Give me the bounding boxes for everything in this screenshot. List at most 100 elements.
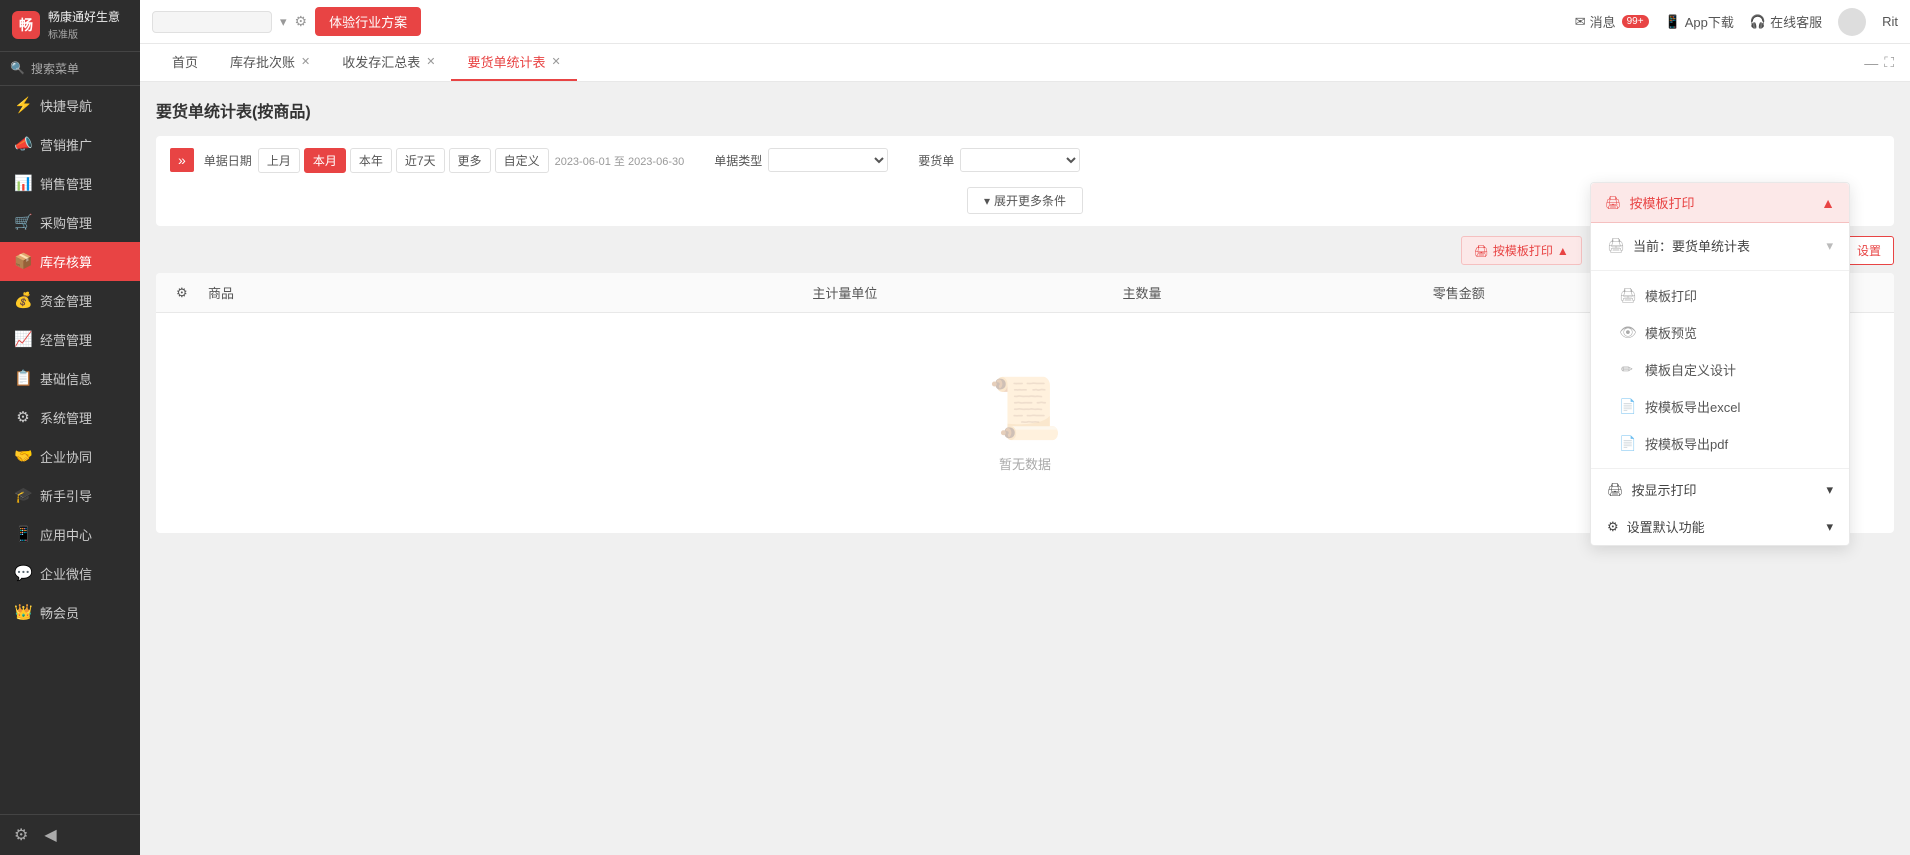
logo-icon: 畅 [12, 11, 40, 39]
sidebar-item-label: 企业微信 [40, 564, 92, 583]
dropdown-item-export-excel[interactable]: 📄 按模板导出excel [1591, 388, 1849, 425]
expand-more-icon: ▾ [984, 194, 990, 208]
topbar-gear-icon[interactable]: ⚙ [295, 13, 308, 30]
dropdown-print-icon: 🖨 [1605, 195, 1622, 211]
sidebar-item-label: 资金管理 [40, 291, 92, 310]
date-range-display: 2023-06-01 至 2023-06-30 [555, 153, 685, 169]
sidebar: 畅 畅康通好生意 标准版 🔍 搜索菜单 ⚡ 快捷导航 📣 营销推广 📊 销售管理… [0, 0, 140, 855]
messages-button[interactable]: ✉ 消息 99+ [1575, 12, 1649, 31]
sidebar-item-label: 快捷导航 [40, 96, 92, 115]
req-type-filter-select[interactable] [960, 148, 1080, 172]
service-icon: 🎧 [1750, 14, 1766, 30]
dropdown-display-print-section[interactable]: 🖨 按显示打印 ▾ [1591, 471, 1849, 508]
sidebar-item-basics[interactable]: 📋 基础信息 [0, 359, 140, 398]
dropdown-divider-2 [1591, 468, 1849, 469]
tab-minimize-button[interactable]: — [1864, 55, 1878, 71]
sidebar-item-finance[interactable]: 💰 资金管理 [0, 281, 140, 320]
template-print-icon: 🖨 [1619, 287, 1635, 304]
date-btn-custom[interactable]: 自定义 [495, 148, 549, 173]
sidebar-item-inventory[interactable]: 📦 库存核算 [0, 242, 140, 281]
date-btn-this-month[interactable]: 本月 [304, 148, 346, 173]
sidebar-item-member[interactable]: 👑 畅会员 [0, 593, 140, 632]
dropdown-item-template-custom[interactable]: ✏ 模板自定义设计 [1591, 351, 1849, 388]
sidebar-item-label: 系统管理 [40, 408, 92, 427]
export-pdf-label: 按模板导出pdf [1645, 434, 1728, 453]
sidebar-item-label: 库存核算 [40, 252, 92, 271]
type-filter-select[interactable] [768, 148, 888, 172]
sidebar-item-label: 畅会员 [40, 603, 79, 622]
nav-chevron-icon[interactable]: ▾ [280, 14, 287, 30]
tab-inventory-batch[interactable]: 库存批次账 ✕ [214, 44, 326, 81]
search-icon: 🔍 [10, 61, 25, 75]
dropdown-close-button[interactable]: ▲ [1821, 195, 1835, 211]
sidebar-item-quick-nav[interactable]: ⚡ 快捷导航 [0, 86, 140, 125]
tab-revenue-summary-close[interactable]: ✕ [426, 55, 435, 68]
dropdown-item-template-preview[interactable]: 👁 模板预览 [1591, 314, 1849, 351]
sidebar-item-purchase[interactable]: 🛒 采购管理 [0, 203, 140, 242]
dropdown-defaults-section[interactable]: ⚙ 设置默认功能 ▾ [1591, 508, 1849, 545]
trial-button[interactable]: 体验行业方案 [315, 7, 421, 36]
print-dropdown-popup: 🖨 按模板打印 ▲ 🖨 当前：要货单统计表 ▾ 🖨 模板打印 [1590, 182, 1850, 546]
date-btn-7days[interactable]: 近7天 [396, 148, 445, 173]
sidebar-item-marketing[interactable]: 📣 营销推广 [0, 125, 140, 164]
template-custom-label: 模板自定义设计 [1645, 360, 1736, 379]
export-pdf-icon: 📄 [1619, 435, 1635, 452]
sidebar-search[interactable]: 🔍 搜索菜单 [0, 52, 140, 86]
tab-order-stats[interactable]: 要货单统计表 ✕ [451, 44, 576, 81]
dropdown-items-section: 🖨 模板打印 👁 模板预览 ✏ 模板自定义设计 📄 按模板导出excel 📄 [1591, 273, 1849, 466]
online-service-button[interactable]: 🎧 在线客服 [1750, 12, 1822, 31]
nav-search-input[interactable] [152, 11, 272, 33]
settings-footer-icon[interactable]: ⚙ [14, 825, 28, 845]
tab-home[interactable]: 首页 [156, 44, 214, 81]
tab-maximize-button[interactable]: ⛶ [1884, 54, 1894, 71]
defaults-arrow: ▾ [1826, 519, 1833, 535]
dropdown-current-icon: 🖨 [1607, 237, 1623, 254]
messages-badge: 99+ [1622, 15, 1649, 28]
expand-more-button[interactable]: ▾ 展开更多条件 [967, 187, 1083, 214]
app-logo: 畅 畅康通好生意 标准版 [0, 0, 140, 52]
req-type-filter-label: 要货单 [918, 152, 954, 169]
username-label: Rit [1882, 14, 1898, 29]
tab-inventory-batch-close[interactable]: ✕ [301, 55, 310, 68]
enterprise-icon: 🤝 [14, 447, 32, 465]
sidebar-item-operations[interactable]: 📈 经营管理 [0, 320, 140, 359]
empty-illustration: 📜 [988, 373, 1063, 444]
dropdown-title: 🖨 按模板打印 [1605, 193, 1695, 212]
settings-button[interactable]: 设置 [1844, 236, 1894, 265]
guide-icon: 🎓 [14, 486, 32, 504]
date-btn-more[interactable]: 更多 [449, 148, 491, 173]
dropdown-item-template-print[interactable]: 🖨 模板打印 [1591, 277, 1849, 314]
main-area: ▾ ⚙ 体验行业方案 ✉ 消息 99+ 📱 App下载 🎧 在线客服 Rit 首… [140, 0, 1910, 855]
sidebar-item-appstore[interactable]: 📱 应用中心 [0, 515, 140, 554]
tabs-bar-controls: — ⛶ [1864, 54, 1894, 71]
app-download-button[interactable]: 📱 App下载 [1665, 12, 1734, 31]
inventory-icon: 📦 [14, 252, 32, 270]
sidebar-item-guide[interactable]: 🎓 新手引导 [0, 476, 140, 515]
filter-expand-button[interactable]: » [170, 148, 194, 172]
th-qty: 主数量 [1115, 283, 1425, 302]
sidebar-item-enterprise[interactable]: 🤝 企业协同 [0, 437, 140, 476]
sidebar-item-system[interactable]: ⚙ 系统管理 [0, 398, 140, 437]
dropdown-current-arrow: ▾ [1826, 238, 1833, 254]
dropdown-current-item[interactable]: 🖨 当前：要货单统计表 ▾ [1591, 227, 1849, 264]
topbar-right: ✉ 消息 99+ 📱 App下载 🎧 在线客服 Rit [1575, 8, 1898, 36]
date-btn-this-year[interactable]: 本年 [350, 148, 392, 173]
tabs-bar: 首页 库存批次账 ✕ 收发存汇总表 ✕ 要货单统计表 ✕ — ⛶ [140, 44, 1910, 82]
date-btn-last-month[interactable]: 上月 [258, 148, 300, 173]
collapse-sidebar-icon[interactable]: ◀ [44, 825, 56, 845]
user-avatar[interactable] [1838, 8, 1866, 36]
wechat-icon: 💬 [14, 564, 32, 582]
tab-order-stats-close[interactable]: ✕ [552, 55, 561, 68]
th-gear[interactable]: ⚙ [168, 285, 200, 301]
th-product: 商品 [200, 283, 804, 302]
sidebar-item-sales[interactable]: 📊 销售管理 [0, 164, 140, 203]
sidebar-item-wechat[interactable]: 💬 企业微信 [0, 554, 140, 593]
tab-revenue-summary[interactable]: 收发存汇总表 ✕ [326, 44, 451, 81]
print-template-button[interactable]: 🖨 按模板打印 ▲ [1461, 236, 1582, 265]
dropdown-title-label: 按模板打印 [1630, 193, 1695, 212]
dropdown-current-label: 当前：要货单统计表 [1633, 236, 1750, 255]
print-template-arrow: ▲ [1557, 244, 1569, 258]
dropdown-item-export-pdf[interactable]: 📄 按模板导出pdf [1591, 425, 1849, 462]
sidebar-item-label: 企业协同 [40, 447, 92, 466]
sidebar-item-label: 营销推广 [40, 135, 92, 154]
